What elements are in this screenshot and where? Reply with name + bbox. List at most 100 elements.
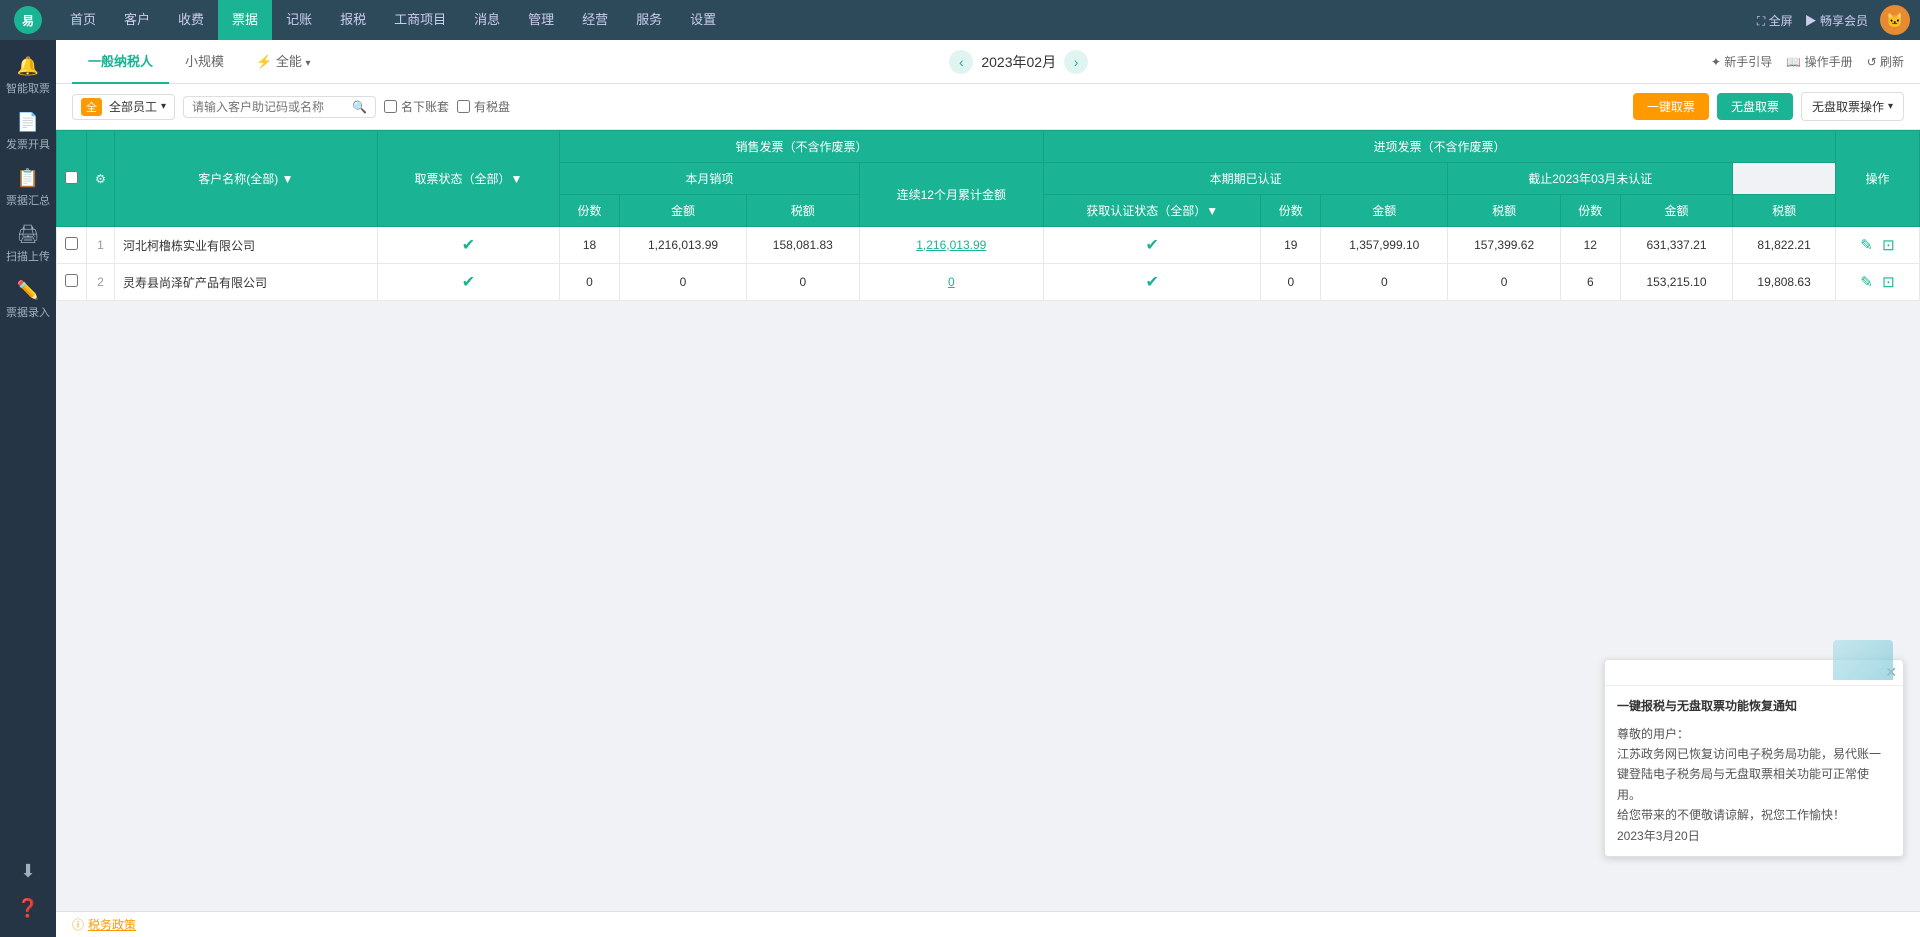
new-guide-link[interactable]: ✦ 新手引导 xyxy=(1711,53,1772,70)
row1-uncert-tax: 81,822.21 xyxy=(1733,227,1836,264)
employee-filter-tag: 全 xyxy=(81,98,102,116)
has-tax-disc-checkbox[interactable] xyxy=(457,100,470,113)
th-uncert-count: 份数 xyxy=(1560,195,1620,227)
row2-actions: ✎ ⊡ xyxy=(1835,264,1919,301)
row1-cert-status: ✔ xyxy=(1044,227,1261,264)
all-capable-dropdown-icon: ▾ xyxy=(305,58,310,69)
invoice-summary-icon: 📋 xyxy=(17,168,39,189)
status-bar: ⓘ 税务政策 xyxy=(56,911,1920,937)
sidebar-label-scan-upload: 扫描上传 xyxy=(6,248,50,264)
employee-filter[interactable]: 全 全部员工 ▾ xyxy=(72,94,175,120)
th-sales-tax: 税额 xyxy=(747,195,860,227)
sidebar-item-help[interactable]: ❓ xyxy=(17,890,39,927)
select-all-checkbox[interactable] xyxy=(65,171,78,184)
sidebar-item-scan-upload[interactable]: 🖨 扫描上传 xyxy=(0,216,56,272)
row1-sales-count: 18 xyxy=(560,227,620,264)
row2-checkbox xyxy=(57,264,87,301)
nav-client[interactable]: 客户 xyxy=(110,0,164,40)
notification-title: 一键报税与无盘取票功能恢复通知 xyxy=(1617,696,1891,718)
row2-copy-icon[interactable]: ⊡ xyxy=(1882,274,1895,291)
next-month-button[interactable]: › xyxy=(1064,50,1088,74)
row2-edit-icon[interactable]: ✎ xyxy=(1860,274,1873,291)
nav-message[interactable]: 消息 xyxy=(460,0,514,40)
row1-actions: ✎ ⊡ xyxy=(1835,227,1919,264)
under-name-checkbox-label[interactable]: 名下账套 xyxy=(384,98,449,115)
sidebar-label-invoice-open: 发票开具 xyxy=(6,136,50,152)
top-navigation: 易 首页 客户 收费 票据 记账 报税 工商项目 消息 管理 经营 服务 设置 … xyxy=(0,0,1920,40)
one-key-fetch-button[interactable]: 一键取票 xyxy=(1633,93,1709,120)
row1-cumulative[interactable]: 1,216,013.99 xyxy=(859,227,1043,264)
app-logo[interactable]: 易 xyxy=(10,2,46,38)
has-tax-disc-label: 有税盘 xyxy=(474,98,510,115)
table-header-fetch-status: 取票状态（全部）▼ xyxy=(377,131,559,227)
employee-filter-label: 全部员工 xyxy=(109,98,157,115)
under-name-checkbox[interactable] xyxy=(384,100,397,113)
row1-cert-count: 19 xyxy=(1261,227,1321,264)
row2-status-check-icon: ✔ xyxy=(462,274,475,291)
row2-fetch-status: ✔ xyxy=(377,264,559,301)
invoice-table: ⚙ 客户名称(全部) ▼ 取票状态（全部）▼ 销售发票（不含作废票） 进项发票（… xyxy=(56,130,1920,301)
sidebar-label-invoice-summary: 票据汇总 xyxy=(6,192,50,208)
refresh-link[interactable]: ↺ 刷新 xyxy=(1867,53,1904,70)
nav-service[interactable]: 服务 xyxy=(622,0,676,40)
invoice-entry-icon: ✏️ xyxy=(17,280,39,301)
sidebar-item-download[interactable]: ⬇ xyxy=(17,853,39,890)
table-header-sales-group: 销售发票（不含作废票） xyxy=(560,131,1044,163)
search-icon[interactable]: 🔍 xyxy=(352,100,367,114)
tab-bar: 一般纳税人 小规模 ⚡ 全能 ▾ ‹ 2023年02月 › ✦ 新手引导 📖 操… xyxy=(56,40,1920,84)
tab-general-taxpayer[interactable]: 一般纳税人 xyxy=(72,40,169,84)
tab-small-scale[interactable]: 小规模 xyxy=(169,40,240,84)
th-uncert-amount: 金额 xyxy=(1620,195,1733,227)
fullscreen-button[interactable]: ⛶ 全屏 xyxy=(1757,12,1793,29)
toolbar: 全 全部员工 ▾ 🔍 名下账套 有税盘 一键取票 无盘取票 无盘取票操作 xyxy=(56,84,1920,130)
row1-copy-icon[interactable]: ⊡ xyxy=(1882,237,1895,254)
search-input[interactable] xyxy=(192,100,352,114)
row1-edit-icon[interactable]: ✎ xyxy=(1860,237,1873,254)
nav-operation[interactable]: 经营 xyxy=(568,0,622,40)
no-disc-fetch-button[interactable]: 无盘取票 xyxy=(1717,93,1793,120)
nav-home[interactable]: 首页 xyxy=(56,0,110,40)
operation-manual-link[interactable]: 📖 操作手册 xyxy=(1786,53,1852,70)
sidebar-item-invoice-entry[interactable]: ✏️ 票据录入 xyxy=(0,272,56,328)
row1-cert-check-icon: ✔ xyxy=(1145,237,1158,254)
row1-index: 1 xyxy=(87,227,115,264)
sidebar-item-invoice-summary[interactable]: 📋 票据汇总 xyxy=(0,160,56,216)
prev-month-button[interactable]: ‹ xyxy=(949,50,973,74)
table-row: 1 河北柯橹栋实业有限公司 ✔ 18 1,216,013.99 158,081.… xyxy=(57,227,1920,264)
tab-all-capable[interactable]: ⚡ 全能 ▾ xyxy=(240,40,326,84)
tab-all-capable-label: 全能 xyxy=(276,54,302,69)
th-sales-amount: 金额 xyxy=(619,195,746,227)
table-header-cumulative: 连续12个月累计金额 xyxy=(859,163,1043,227)
status-text[interactable]: 税务政策 xyxy=(88,916,136,933)
row2-cert-check-icon: ✔ xyxy=(1145,274,1158,291)
user-avatar[interactable]: 🐱 xyxy=(1880,5,1910,35)
sidebar-item-invoice-open[interactable]: 📄 发票开具 xyxy=(0,104,56,160)
member-button[interactable]: ▶ 畅享会员 xyxy=(1805,12,1868,29)
has-tax-disc-checkbox-label[interactable]: 有税盘 xyxy=(457,98,510,115)
notification-decoration xyxy=(1833,640,1893,680)
toolbar-right-buttons: 一键取票 无盘取票 无盘取票操作 ▾ xyxy=(1633,92,1904,121)
nav-fee[interactable]: 收费 xyxy=(164,0,218,40)
nav-bookkeeping[interactable]: 记账 xyxy=(272,0,326,40)
notification-body: 一键报税与无盘取票功能恢复通知 尊敬的用户： 江苏政务网已恢复访问电子税务局功能… xyxy=(1605,686,1903,856)
no-disc-ops-button[interactable]: 无盘取票操作 ▾ xyxy=(1801,92,1904,121)
nav-business[interactable]: 工商项目 xyxy=(380,0,460,40)
row1-cumulative-link[interactable]: 1,216,013.99 xyxy=(916,238,986,252)
nav-manage[interactable]: 管理 xyxy=(514,0,568,40)
table-header-certified-period: 本期期已认证 xyxy=(1044,163,1448,195)
sidebar-item-smart-fetch[interactable]: 🔔 智能取票 xyxy=(0,48,56,104)
sidebar-label-invoice-entry: 票据录入 xyxy=(6,304,50,320)
row2-index: 2 xyxy=(87,264,115,301)
employee-filter-dropdown-icon: ▾ xyxy=(161,101,166,112)
th-sales-count: 份数 xyxy=(560,195,620,227)
row2-cumulative[interactable]: 0 xyxy=(859,264,1043,301)
nav-settings[interactable]: 设置 xyxy=(676,0,730,40)
row1-cert-tax: 157,399.62 xyxy=(1448,227,1561,264)
nav-tax[interactable]: 报税 xyxy=(326,0,380,40)
nav-ticket[interactable]: 票据 xyxy=(218,0,272,40)
download-icon: ⬇ xyxy=(20,861,35,882)
row2-cumulative-link[interactable]: 0 xyxy=(948,275,955,289)
row2-sales-tax: 0 xyxy=(747,264,860,301)
th-uncert-tax: 税额 xyxy=(1733,195,1836,227)
status-info-icon: ⓘ xyxy=(72,916,84,933)
